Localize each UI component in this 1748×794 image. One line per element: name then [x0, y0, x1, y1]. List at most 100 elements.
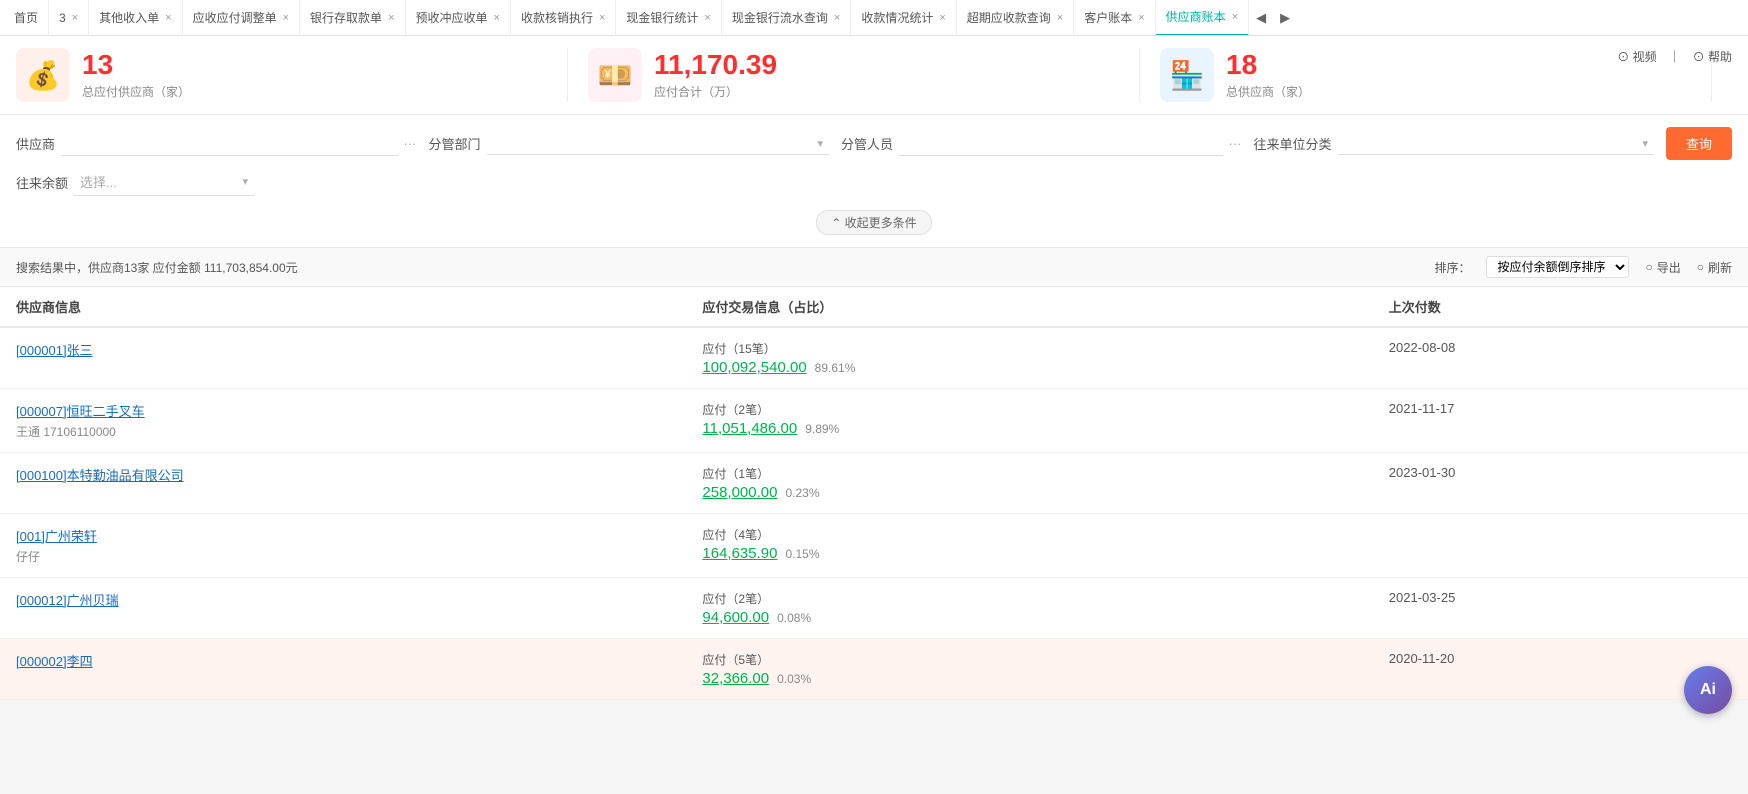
nav-tab-6[interactable]: 收款核销执行× [511, 0, 616, 36]
help-link[interactable]: ⊙ 帮助 [1693, 48, 1732, 65]
stat-label-0: 总应付供应商（家） [82, 83, 190, 100]
close-tab-icon-7[interactable]: × [704, 12, 710, 24]
supplier-link-2[interactable]: [000100]本特勤油品有限公司 [16, 468, 184, 483]
category-dropdown[interactable]: ▾ [1338, 133, 1654, 155]
stat-label-1: 应付合计（万） [654, 83, 777, 100]
category-arrow: ▾ [1642, 137, 1648, 150]
tx-cell-4: 应付（2笔）94,600.000.08% [702, 590, 1388, 626]
supplier-link-5[interactable]: [000002]李四 [16, 654, 93, 669]
supplier-input[interactable] [61, 132, 397, 156]
tx-label-5: 应付（5笔） [702, 651, 1388, 668]
stat-icon-2: 🏪 [1160, 48, 1214, 102]
dept-arrow: ▾ [817, 137, 823, 150]
col-header-tx: 应付交易信息（占比） [702, 297, 1388, 316]
export-button[interactable]: ○ 导出 [1645, 259, 1680, 276]
tx-cell-2: 应付（1笔）258,000.000.23% [702, 465, 1388, 501]
video-link[interactable]: ⊙ 视频 [1617, 48, 1656, 65]
tx-amount-1[interactable]: 11,051,486.00 [702, 420, 797, 437]
ai-badge[interactable]: Ai [1684, 666, 1732, 714]
last-pay-cell-2: 2023-01-30 [1389, 465, 1732, 480]
nav-tab-4[interactable]: 银行存取款单× [300, 0, 405, 36]
nav-tab-5[interactable]: 预收冲应收单× [406, 0, 511, 36]
tx-cell-3: 应付（4笔）164,635.900.15% [702, 526, 1388, 562]
search-button[interactable]: 查询 [1666, 127, 1732, 160]
tx-cell-5: 应付（5笔）32,366.000.03% [702, 651, 1388, 687]
collapse-button[interactable]: ⌃ 收起更多条件 [816, 210, 931, 235]
supplier-link-1[interactable]: [000007]恒旺二手叉车 [16, 404, 145, 419]
tx-amount-0[interactable]: 100,092,540.00 [702, 359, 806, 376]
close-tab-icon-3[interactable]: × [283, 12, 289, 24]
nav-tab-8[interactable]: 现金银行流水查询× [722, 0, 851, 36]
tx-amount-2[interactable]: 258,000.00 [702, 484, 777, 501]
header-stats-section: 💰13总应付供应商（家）💴11,170.39应付合计（万）🏪18总供应商（家） … [0, 36, 1748, 115]
table-row: [000001]张三应付（15笔）100,092,540.0089.61%202… [0, 328, 1748, 389]
close-tab-icon-6[interactable]: × [599, 12, 605, 24]
col-header-supplier: 供应商信息 [16, 297, 702, 316]
balance-filter: 往来余额 选择... ▾ [16, 168, 1732, 196]
supplier-cell-5: [000002]李四 [16, 651, 702, 670]
refresh-icon: ○ [1697, 260, 1704, 274]
close-tab-icon-8[interactable]: × [834, 12, 840, 24]
tx-pct-0: 89.61% [815, 361, 856, 375]
tx-amount-4[interactable]: 94,600.00 [702, 609, 769, 626]
nav-tab-3[interactable]: 应收应付调整单× [183, 0, 300, 36]
tx-label-3: 应付（4笔） [702, 526, 1388, 543]
table-row: [000002]李四应付（5笔）32,366.000.03%2020-11-20 [0, 639, 1748, 700]
balance-dropdown[interactable]: 选择... ▾ [74, 168, 254, 196]
tx-amount-3[interactable]: 164,635.90 [702, 545, 777, 562]
nav-tab-12[interactable]: 供应商账本× [1156, 0, 1249, 36]
nav-tab-11[interactable]: 客户账本× [1074, 0, 1155, 36]
supplier-dots[interactable]: ··· [404, 136, 417, 151]
nav-prev-arrow[interactable]: ◀ [1249, 0, 1273, 36]
tx-cell-0: 应付（15笔）100,092,540.0089.61% [702, 340, 1388, 376]
supplier-link-3[interactable]: [001]广州荣轩 [16, 529, 97, 544]
result-tools: 排序： 按应付余额倒序排序 ○ 导出 ○ 刷新 [1434, 256, 1732, 278]
nav-tab-10[interactable]: 超期应收款查询× [957, 0, 1074, 36]
close-tab-icon-2[interactable]: × [165, 12, 171, 24]
result-text: 搜索结果中，供应商13家 应付金额 111,703,854.00元 [16, 259, 298, 276]
stat-text-0: 13总应付供应商（家） [82, 51, 190, 100]
category-label: 往来单位分类 [1254, 134, 1332, 153]
close-tab-icon-12[interactable]: × [1232, 11, 1238, 23]
nav-tab-9[interactable]: 收款情况统计× [851, 0, 956, 36]
nav-tab-0[interactable]: 首页 [4, 0, 49, 36]
dept-filter: 分管部门 ▾ [429, 133, 830, 155]
supplier-cell-0: [000001]张三 [16, 340, 702, 359]
tx-amount-5[interactable]: 32,366.00 [702, 670, 769, 687]
supplier-cell-3: [001]广州荣轩仔仔 [16, 526, 702, 565]
stat-icon-0: 💰 [16, 48, 70, 102]
stat-label-2: 总供应商（家） [1226, 83, 1310, 100]
person-dots[interactable]: ··· [1229, 136, 1242, 151]
nav-next-arrow[interactable]: ▶ [1273, 0, 1297, 36]
refresh-button[interactable]: ○ 刷新 [1697, 259, 1732, 276]
table-body: [000001]张三应付（15笔）100,092,540.0089.61%202… [0, 328, 1748, 700]
filter-row-2: 往来余额 选择... ▾ [16, 168, 1732, 196]
result-bar: 搜索结果中，供应商13家 应付金额 111,703,854.00元 排序： 按应… [0, 248, 1748, 287]
stat-number-1: 11,170.39 [654, 51, 777, 79]
nav-tab-7[interactable]: 现金银行统计× [616, 0, 721, 36]
balance-value: 选择... [80, 172, 117, 191]
person-input[interactable] [899, 132, 1222, 156]
dept-dropdown[interactable]: ▾ [487, 133, 829, 155]
stat-number-2: 18 [1226, 51, 1310, 79]
close-tab-icon-10[interactable]: × [1057, 12, 1063, 24]
nav-tab-2[interactable]: 其他收入单× [89, 0, 182, 36]
close-tab-icon-1[interactable]: × [72, 12, 78, 24]
tx-pct-4: 0.08% [777, 611, 811, 625]
table-header: 供应商信息 应付交易信息（占比） 上次付数 [0, 287, 1748, 328]
supplier-link-0[interactable]: [000001]张三 [16, 343, 93, 358]
close-tab-icon-4[interactable]: × [388, 12, 394, 24]
close-tab-icon-5[interactable]: × [494, 12, 500, 24]
last-pay-cell-5: 2020-11-20 [1389, 651, 1732, 666]
stat-text-2: 18 总供应商（家） [1226, 51, 1310, 100]
filter-row-1: 供应商 ··· 分管部门 ▾ 分管人员 ··· 往来单位分类 ▾ 查询 [16, 127, 1732, 160]
stat-block-1: 💴11,170.39应付合计（万） [588, 48, 1140, 102]
category-filter: 往来单位分类 ▾ [1254, 133, 1655, 155]
nav-tab-1[interactable]: 3× [49, 0, 89, 36]
filter-area: 供应商 ··· 分管部门 ▾ 分管人员 ··· 往来单位分类 ▾ 查询 往来 [0, 115, 1748, 248]
supplier-sub-1: 王通 17106110000 [16, 423, 702, 440]
sort-select[interactable]: 按应付余额倒序排序 [1486, 256, 1629, 278]
supplier-link-4[interactable]: [000012]广州贝瑞 [16, 593, 119, 608]
close-tab-icon-9[interactable]: × [939, 12, 945, 24]
close-tab-icon-11[interactable]: × [1138, 12, 1144, 24]
